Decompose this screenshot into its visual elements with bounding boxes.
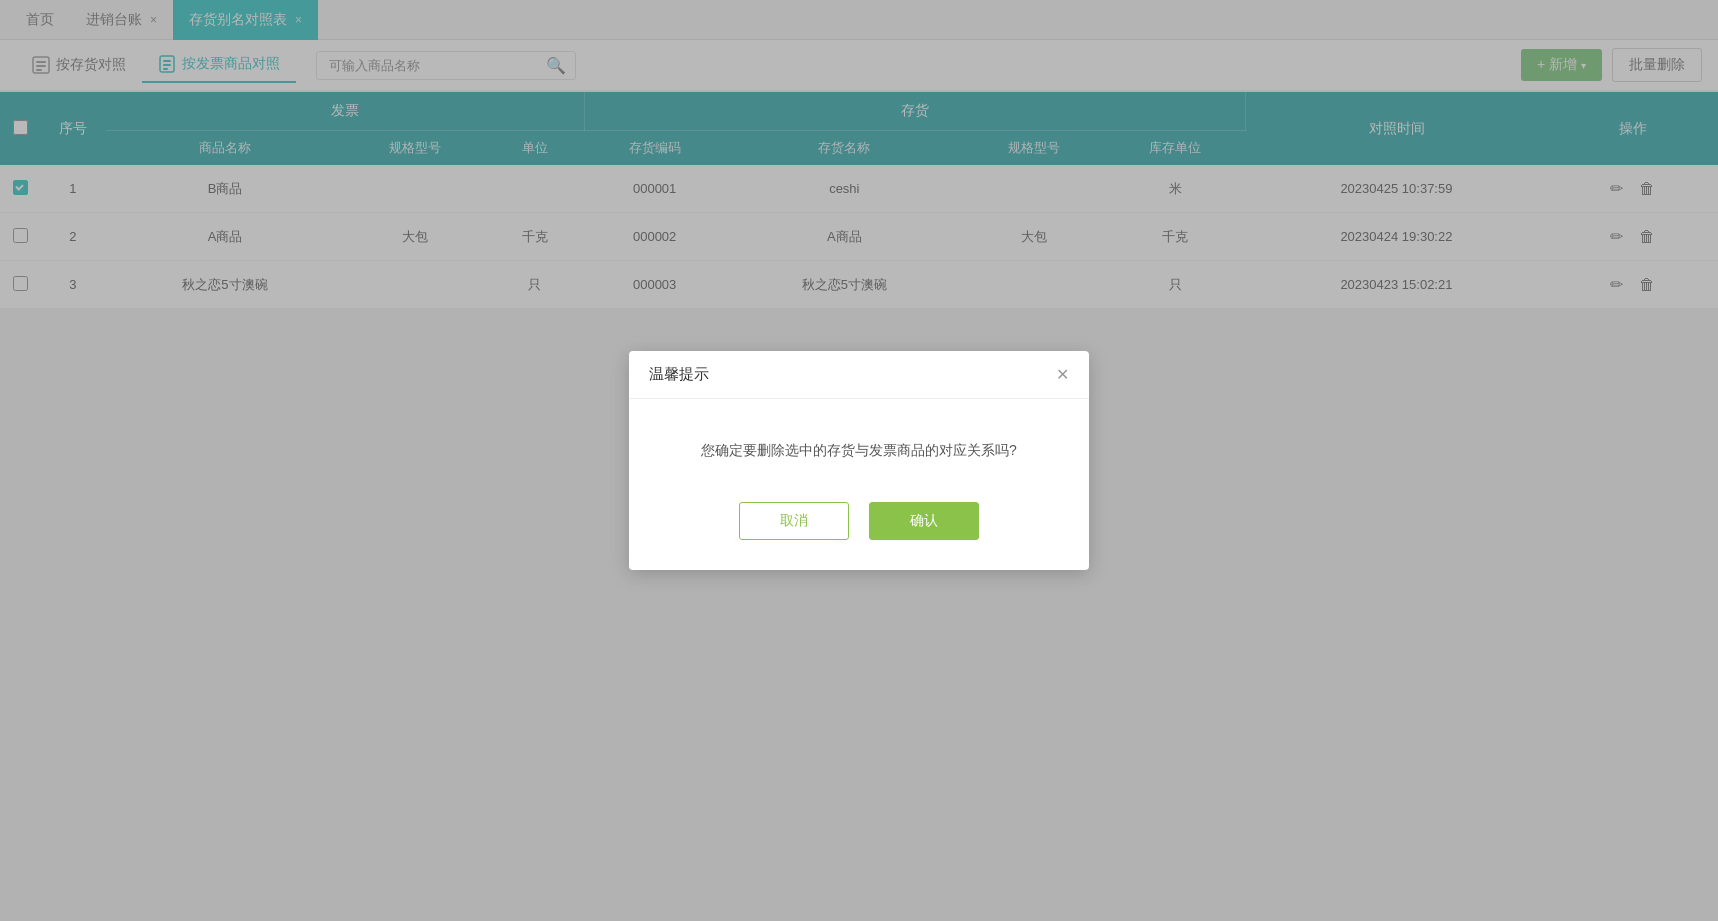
dialog-overlay: 温馨提示 ✕ 您确定要删除选中的存货与发票商品的对应关系吗? 取消 确认 — [0, 0, 1718, 309]
